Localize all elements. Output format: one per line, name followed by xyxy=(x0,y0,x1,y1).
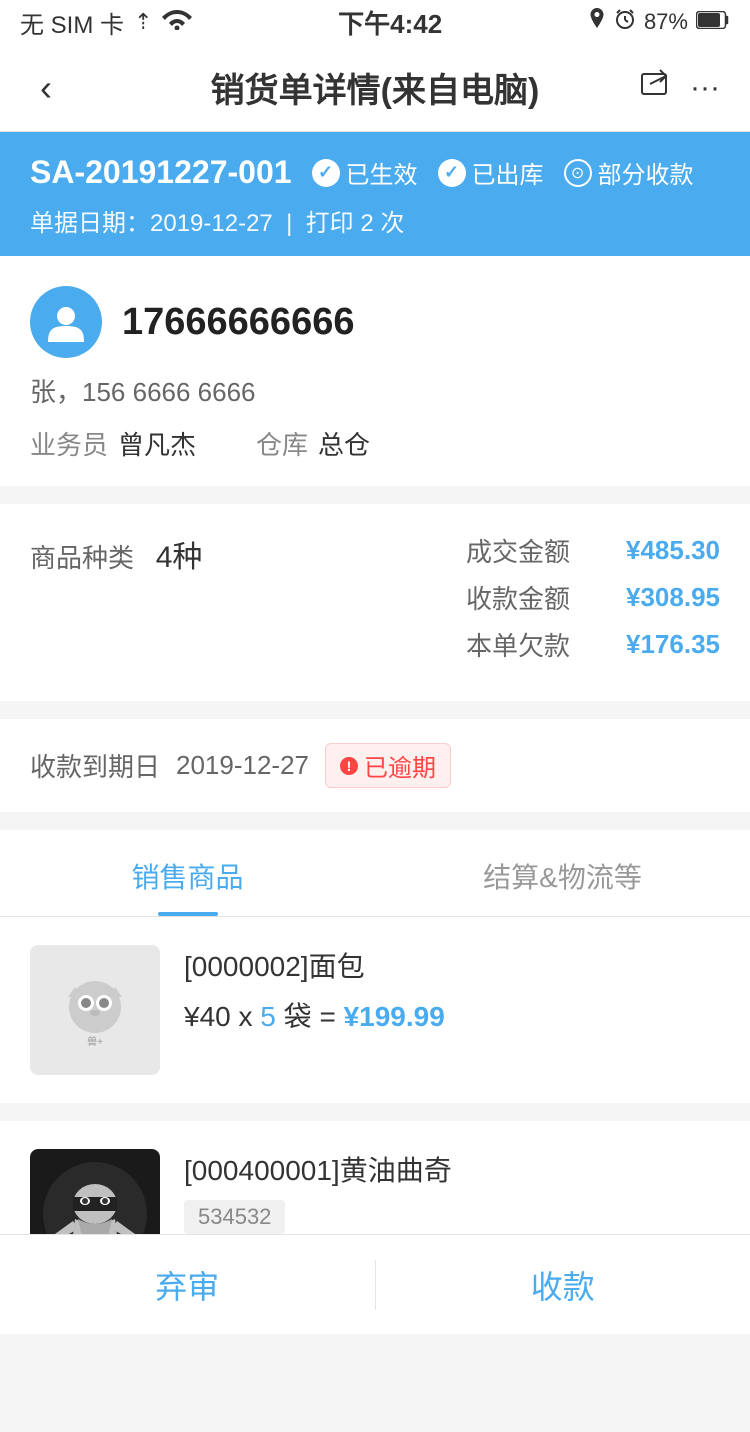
wifi-signal xyxy=(162,8,192,37)
overdue-text: 已逾期 xyxy=(364,748,436,783)
status-active-label: 已生效 xyxy=(346,155,418,190)
customer-avatar xyxy=(30,286,102,358)
summary-right: 成交金额 ¥485.30 收款金额 ¥308.95 本单欠款 ¥176.35 xyxy=(466,532,720,673)
product-image-1: 兽+ xyxy=(30,945,160,1075)
order-id: SA-20191227-001 xyxy=(30,154,292,191)
debt-amount-value: ¥176.35 xyxy=(600,629,720,660)
category-label: 商品种类 xyxy=(30,543,134,573)
battery-text: 87% xyxy=(644,9,688,35)
customer-section: 17666666666 张，156 6666 6666 业务员 曾凡杰 仓库 总… xyxy=(0,256,750,486)
due-section: 收款到期日 2019-12-27 ! 已逾期 xyxy=(0,719,750,812)
cancel-button[interactable]: 弃审 xyxy=(0,1242,375,1328)
share-button[interactable] xyxy=(638,68,670,108)
check-icon-2: ✓ xyxy=(438,159,466,187)
status-shipped-label: 已出库 xyxy=(472,155,544,190)
customer-phone: 17666666666 xyxy=(122,301,354,344)
alarm-icon xyxy=(614,8,636,36)
deal-amount-label: 成交金额 xyxy=(466,532,570,569)
deal-amount-value: ¥485.30 xyxy=(600,535,720,566)
check-icon-1: ✓ xyxy=(312,159,340,187)
summary-category: 商品种类 4种 xyxy=(30,532,202,576)
product-item: 兽+ [0000002]面包 ¥40 x 5 袋 = ¥199.99 xyxy=(0,917,750,1103)
customer-info: 张，156 6666 6666 xyxy=(30,372,720,409)
debt-label: 本单欠款 xyxy=(466,626,570,663)
back-button[interactable]: ‹ xyxy=(30,57,62,119)
warehouse-name: 总仓 xyxy=(318,425,370,462)
received-label: 收款金额 xyxy=(466,579,570,616)
status-time: 下午4:42 xyxy=(338,4,442,41)
warehouse-label: 仓库 xyxy=(256,425,308,462)
category-value: 4种 xyxy=(156,541,203,574)
confirm-button[interactable]: 收款 xyxy=(376,1242,750,1328)
status-left: 无 SIM 卡 ⇡ xyxy=(20,5,192,40)
product-unit-1: 袋 xyxy=(284,1001,312,1032)
nav-actions: ··· xyxy=(638,68,720,108)
due-date-value: 2019-12-27 xyxy=(176,750,309,781)
product-total-1: ¥199.99 xyxy=(344,1001,445,1032)
status-partial-label: 部分收款 xyxy=(598,155,694,190)
tab-sales-products[interactable]: 销售商品 xyxy=(0,830,375,916)
overdue-dot-icon: ! xyxy=(340,757,358,775)
order-header: SA-20191227-001 ✓ 已生效 ✓ 已出库 ⊙ 部分收款 单据日期：… xyxy=(0,132,750,256)
sales-label: 业务员 xyxy=(30,425,108,462)
product-name-2: [000400001]黄油曲奇 xyxy=(184,1149,720,1189)
summary-section: 商品种类 4种 成交金额 ¥485.30 收款金额 ¥308.95 本单欠款 ¥… xyxy=(0,504,750,701)
status-badge-active: ✓ 已生效 xyxy=(312,155,418,190)
received-amount-value: ¥308.95 xyxy=(600,582,720,613)
bottom-bar: 弃审 收款 xyxy=(0,1234,750,1334)
due-date-label: 收款到期日 xyxy=(30,747,160,784)
overdue-badge: ! 已逾期 xyxy=(325,743,451,788)
product-details-1: [0000002]面包 ¥40 x 5 袋 = ¥199.99 xyxy=(184,945,720,1035)
tab-settlement[interactable]: 结算&物流等 xyxy=(375,830,750,916)
product-unit-price-1: ¥40 xyxy=(184,1001,231,1032)
customer-meta: 业务员 曾凡杰 仓库 总仓 xyxy=(30,425,720,462)
wifi-icon: ⇡ xyxy=(134,9,152,35)
status-badge-partial: ⊙ 部分收款 xyxy=(564,155,694,190)
clock-icon: ⊙ xyxy=(564,159,592,187)
tabs-section: 销售商品 结算&物流等 xyxy=(0,830,750,917)
product-placeholder-1: 兽+ xyxy=(30,945,160,1075)
status-bar: 无 SIM 卡 ⇡ 下午4:42 87% xyxy=(0,0,750,44)
nav-title: 销货单详情(来自电脑) xyxy=(211,63,540,112)
product-name-1: [0000002]面包 xyxy=(184,945,720,985)
order-date: 单据日期：2019-12-27 | 打印 2 次 xyxy=(30,203,720,238)
status-right: 87% xyxy=(588,8,730,36)
nav-bar: ‹ 销货单详情(来自电脑) ··· xyxy=(0,44,750,132)
more-button[interactable]: ··· xyxy=(690,71,720,105)
sales-name: 曾凡杰 xyxy=(118,425,196,462)
product-tag-2: 534532 xyxy=(184,1200,285,1234)
product-qty-1: 5 xyxy=(260,1001,276,1032)
svg-text:兽+: 兽+ xyxy=(87,1035,103,1048)
location-icon xyxy=(588,8,606,36)
sim-text: 无 SIM 卡 xyxy=(20,5,124,40)
product-price-1: ¥40 x 5 袋 = ¥199.99 xyxy=(184,995,720,1035)
status-badge-shipped: ✓ 已出库 xyxy=(438,155,544,190)
battery-icon xyxy=(696,9,730,35)
